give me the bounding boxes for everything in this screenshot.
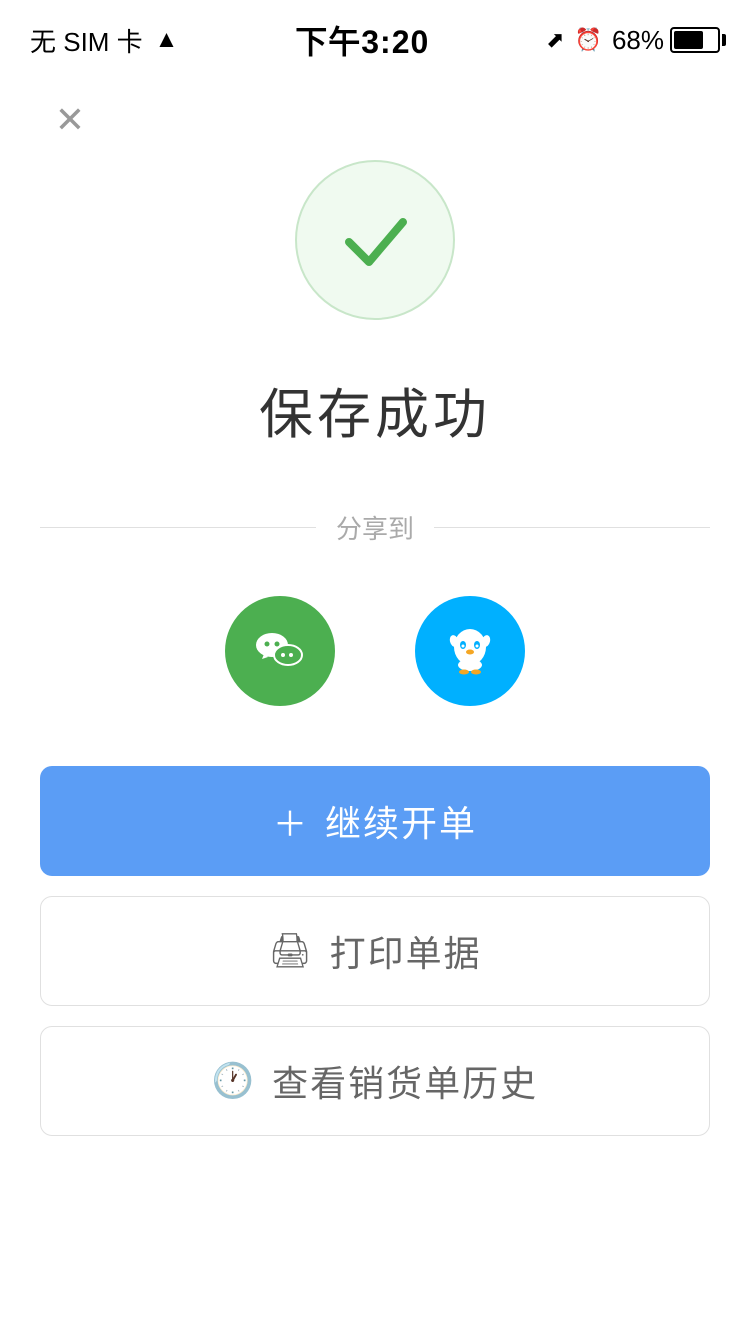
share-label: 分享到 bbox=[336, 509, 414, 546]
main-content: 保存成功 分享到 bbox=[0, 80, 750, 1136]
continue-label: 继续开单 bbox=[325, 795, 477, 847]
close-button[interactable]: ✕ bbox=[40, 90, 100, 150]
checkmark-icon bbox=[335, 200, 415, 280]
action-buttons: ＋ 继续开单 🖨 打印单据 🕐 查看销货单历史 bbox=[0, 766, 750, 1136]
plus-icon: ＋ bbox=[273, 797, 309, 846]
wechat-icon bbox=[248, 619, 312, 683]
divider-line-left bbox=[40, 527, 316, 528]
qq-icon bbox=[438, 619, 502, 683]
battery-container: 68% bbox=[612, 25, 720, 56]
qq-share-button[interactable] bbox=[415, 596, 525, 706]
printer-icon: 🖨 bbox=[268, 931, 313, 971]
wechat-share-button[interactable] bbox=[225, 596, 335, 706]
success-title: 保存成功 bbox=[259, 370, 491, 449]
divider-line-right bbox=[434, 527, 710, 528]
clock-icon: 🕐 bbox=[212, 1061, 256, 1101]
battery-icon bbox=[670, 27, 720, 53]
share-icons-row bbox=[40, 596, 710, 706]
share-divider: 分享到 bbox=[40, 509, 710, 546]
status-left: 无 SIM 卡 ▲ bbox=[30, 22, 178, 59]
battery-fill bbox=[674, 31, 703, 49]
share-section: 分享到 bbox=[0, 509, 750, 706]
history-label: 查看销货单历史 bbox=[272, 1055, 538, 1107]
success-circle bbox=[295, 160, 455, 320]
continue-button[interactable]: ＋ 继续开单 bbox=[40, 766, 710, 876]
no-sim-text: 无 SIM 卡 bbox=[30, 22, 143, 59]
print-label: 打印单据 bbox=[330, 925, 482, 977]
alarm-icon: ⏰ bbox=[575, 27, 602, 53]
location-icon: ⬈ bbox=[546, 27, 564, 53]
status-right: ⬈ ⏰ 68% bbox=[546, 25, 720, 56]
history-button[interactable]: 🕐 查看销货单历史 bbox=[40, 1026, 710, 1136]
print-button[interactable]: 🖨 打印单据 bbox=[40, 896, 710, 1006]
status-time: 下午3:20 bbox=[295, 17, 429, 63]
battery-percent: 68% bbox=[612, 25, 664, 56]
status-bar: 无 SIM 卡 ▲ 下午3:20 ⬈ ⏰ 68% bbox=[0, 0, 750, 80]
wifi-icon: ▲ bbox=[155, 26, 179, 54]
close-icon: ✕ bbox=[55, 99, 85, 141]
